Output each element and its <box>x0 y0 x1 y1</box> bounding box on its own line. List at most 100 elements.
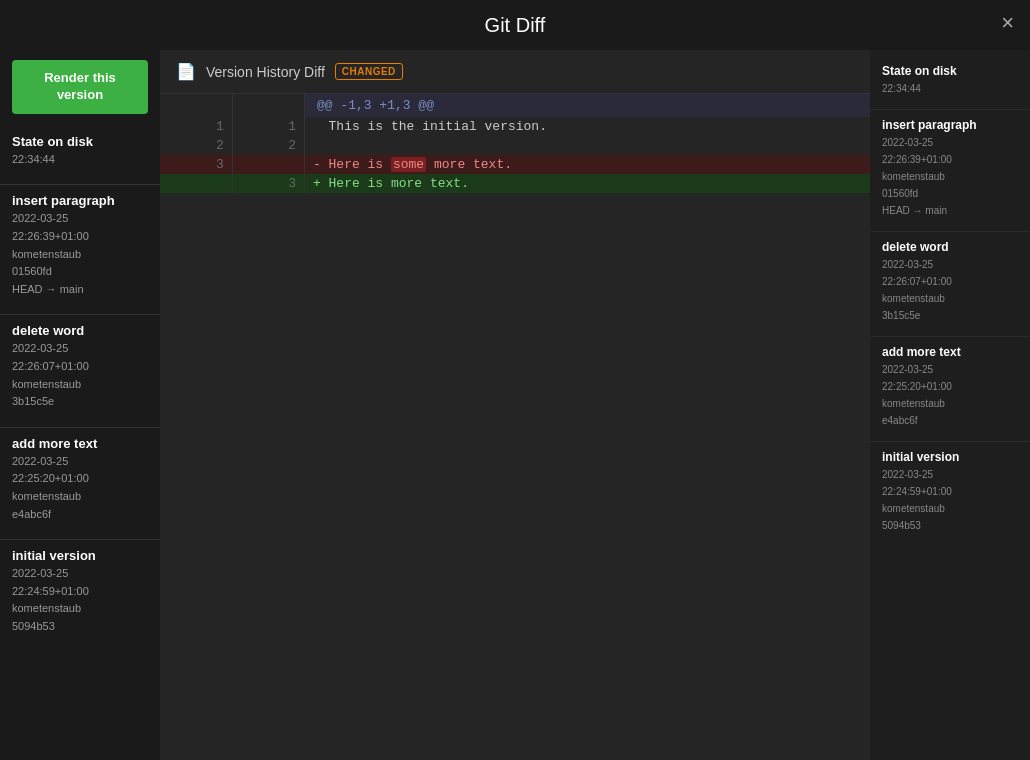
diff-new-num-1: 2 <box>232 136 304 155</box>
diff-old-num-0: 1 <box>160 117 232 136</box>
left-version-item-2[interactable]: add more text 2022-03-2522:25:20+01:00kom… <box>0 432 160 535</box>
right-version-hash-1: 3b15c5e <box>882 307 1018 324</box>
right-state-on-disk-section: State on disk 22:34:44 <box>870 58 1030 107</box>
diff-file-icon: 📄 <box>176 62 196 81</box>
right-divider-2 <box>870 336 1030 337</box>
header: Git Diff × <box>0 0 1030 50</box>
render-version-button[interactable]: Render this version <box>12 60 148 114</box>
diff-new-num-0: 1 <box>232 117 304 136</box>
left-version-title-1: delete word <box>12 323 148 338</box>
hunk-linenum-right <box>232 94 304 117</box>
diff-highlight-2: some <box>391 157 426 172</box>
right-version-item-2[interactable]: add more text 2022-03-2522:25:20+01:00kom… <box>870 339 1030 439</box>
left-version-title-2: add more text <box>12 436 148 451</box>
right-version-branch-0: HEAD → main <box>882 202 1018 219</box>
diff-content-1 <box>313 138 329 153</box>
hunk-linenum-left <box>160 94 232 117</box>
diff-line-content-3: + Here is more text. <box>304 174 870 193</box>
header-title: Git Diff <box>485 14 546 37</box>
diff-line-content-2: - Here is some more text. <box>304 155 870 174</box>
diff-body: @@ -1,3 +1,3 @@ 1 1 This is the initial … <box>160 94 870 760</box>
left-version-hash-3: 5094b53 <box>12 618 148 636</box>
left-version-time-3: 22:24:59+01:00 <box>12 583 148 601</box>
sidebar-divider-1 <box>0 184 160 185</box>
right-divider-3 <box>870 441 1030 442</box>
right-version-item-0[interactable]: insert paragraph 2022-03-2522:26:39+01:00… <box>870 112 1030 229</box>
left-version-date-1: 2022-03-25 <box>12 340 148 358</box>
diff-line-content-1 <box>304 136 870 155</box>
left-version-item-1[interactable]: delete word 2022-03-2522:26:07+01:00komet… <box>0 319 160 422</box>
left-version-author-2: kometenstaub <box>12 488 148 506</box>
left-version-item-3[interactable]: initial version 2022-03-2522:24:59+01:00k… <box>0 544 160 647</box>
state-on-disk-section: State on disk 22:34:44 <box>0 130 160 181</box>
close-button[interactable]: × <box>1001 12 1014 34</box>
diff-line-content-0: This is the initial version. <box>304 117 870 136</box>
diff-old-num-3 <box>160 174 232 193</box>
left-version-title-3: initial version <box>12 548 148 563</box>
diff-panel-title: Version History Diff <box>206 64 325 80</box>
left-divider-2 <box>0 539 160 540</box>
right-version-title-0: insert paragraph <box>882 118 1018 132</box>
diff-hunk-row: @@ -1,3 +1,3 @@ <box>160 94 870 117</box>
left-version-date-3: 2022-03-25 <box>12 565 148 583</box>
left-version-date-2: 2022-03-25 <box>12 453 148 471</box>
diff-new-num-3: 3 <box>232 174 304 193</box>
diff-row-3: 3 + Here is more text. <box>160 174 870 193</box>
right-version-date-3: 2022-03-25 <box>882 466 1018 483</box>
left-version-author-1: kometenstaub <box>12 376 148 394</box>
right-divider-1 <box>870 231 1030 232</box>
right-version-time-1: 22:26:07+01:00 <box>882 273 1018 290</box>
diff-row-0: 1 1 This is the initial version. <box>160 117 870 136</box>
right-divider-0 <box>870 109 1030 110</box>
diff-before-2: Here is <box>329 157 391 172</box>
right-version-hash-3: 5094b53 <box>882 517 1018 534</box>
left-version-author-0: kometenstaub <box>12 246 148 264</box>
right-version-time-3: 22:24:59+01:00 <box>882 483 1018 500</box>
diff-table: @@ -1,3 +1,3 @@ 1 1 This is the initial … <box>160 94 870 193</box>
left-version-item-0[interactable]: insert paragraph2022-03-2522:26:39+01:00… <box>0 189 160 310</box>
main-content: 📄 Version History Diff CHANGED @@ -1,3 +… <box>160 50 870 760</box>
right-version-author-0: kometenstaub <box>882 168 1018 185</box>
left-version-time-0: 22:26:39+01:00 <box>12 228 148 246</box>
diff-row-2: 3 - Here is some more text. <box>160 155 870 174</box>
right-version-date-0: 2022-03-25 <box>882 134 1018 151</box>
right-version-title-1: delete word <box>882 240 1018 254</box>
right-version-title-3: initial version <box>882 450 1018 464</box>
right-state-on-disk-time: 22:34:44 <box>882 80 1018 97</box>
left-version-branch-0: HEAD → main <box>12 281 148 299</box>
left-sidebar: Render this version State on disk 22:34:… <box>0 50 160 760</box>
left-version-time-1: 22:26:07+01:00 <box>12 358 148 376</box>
left-version-time-2: 22:25:20+01:00 <box>12 470 148 488</box>
right-version-hash-0: 01560fd <box>882 185 1018 202</box>
right-version-list: insert paragraph2022-03-2522:26:39+01:00… <box>870 112 1030 544</box>
diff-content-3: Here is more text. <box>329 176 469 191</box>
diff-old-num-2: 3 <box>160 155 232 174</box>
diff-panel-header: 📄 Version History Diff CHANGED <box>160 50 870 94</box>
diff-row-1: 2 2 <box>160 136 870 155</box>
right-version-item-3[interactable]: initial version 2022-03-2522:24:59+01:00k… <box>870 444 1030 544</box>
right-sidebar: State on disk 22:34:44 insert paragraph 2… <box>870 50 1030 760</box>
diff-new-num-2 <box>232 155 304 174</box>
right-version-time-0: 22:26:39+01:00 <box>882 151 1018 168</box>
right-state-on-disk-title: State on disk <box>882 64 1018 78</box>
left-version-hash-0: 01560fd <box>12 263 148 281</box>
diff-prefix-2: - <box>313 157 329 172</box>
right-version-date-1: 2022-03-25 <box>882 256 1018 273</box>
right-version-title-2: add more text <box>882 345 1018 359</box>
left-divider-1 <box>0 427 160 428</box>
main-layout: Render this version State on disk 22:34:… <box>0 50 1030 760</box>
right-version-time-2: 22:25:20+01:00 <box>882 378 1018 395</box>
right-version-author-2: kometenstaub <box>882 395 1018 412</box>
diff-old-num-1: 2 <box>160 136 232 155</box>
left-version-author-3: kometenstaub <box>12 600 148 618</box>
state-on-disk-title: State on disk <box>12 134 148 149</box>
right-version-author-1: kometenstaub <box>882 290 1018 307</box>
left-divider-0 <box>0 314 160 315</box>
right-version-item-1[interactable]: delete word 2022-03-2522:26:07+01:00komet… <box>870 234 1030 334</box>
changed-badge: CHANGED <box>335 63 403 80</box>
left-version-list: insert paragraph2022-03-2522:26:39+01:00… <box>0 189 160 647</box>
right-version-date-2: 2022-03-25 <box>882 361 1018 378</box>
diff-after-2: more text. <box>426 157 512 172</box>
right-version-author-3: kometenstaub <box>882 500 1018 517</box>
left-version-hash-2: e4abc6f <box>12 506 148 524</box>
